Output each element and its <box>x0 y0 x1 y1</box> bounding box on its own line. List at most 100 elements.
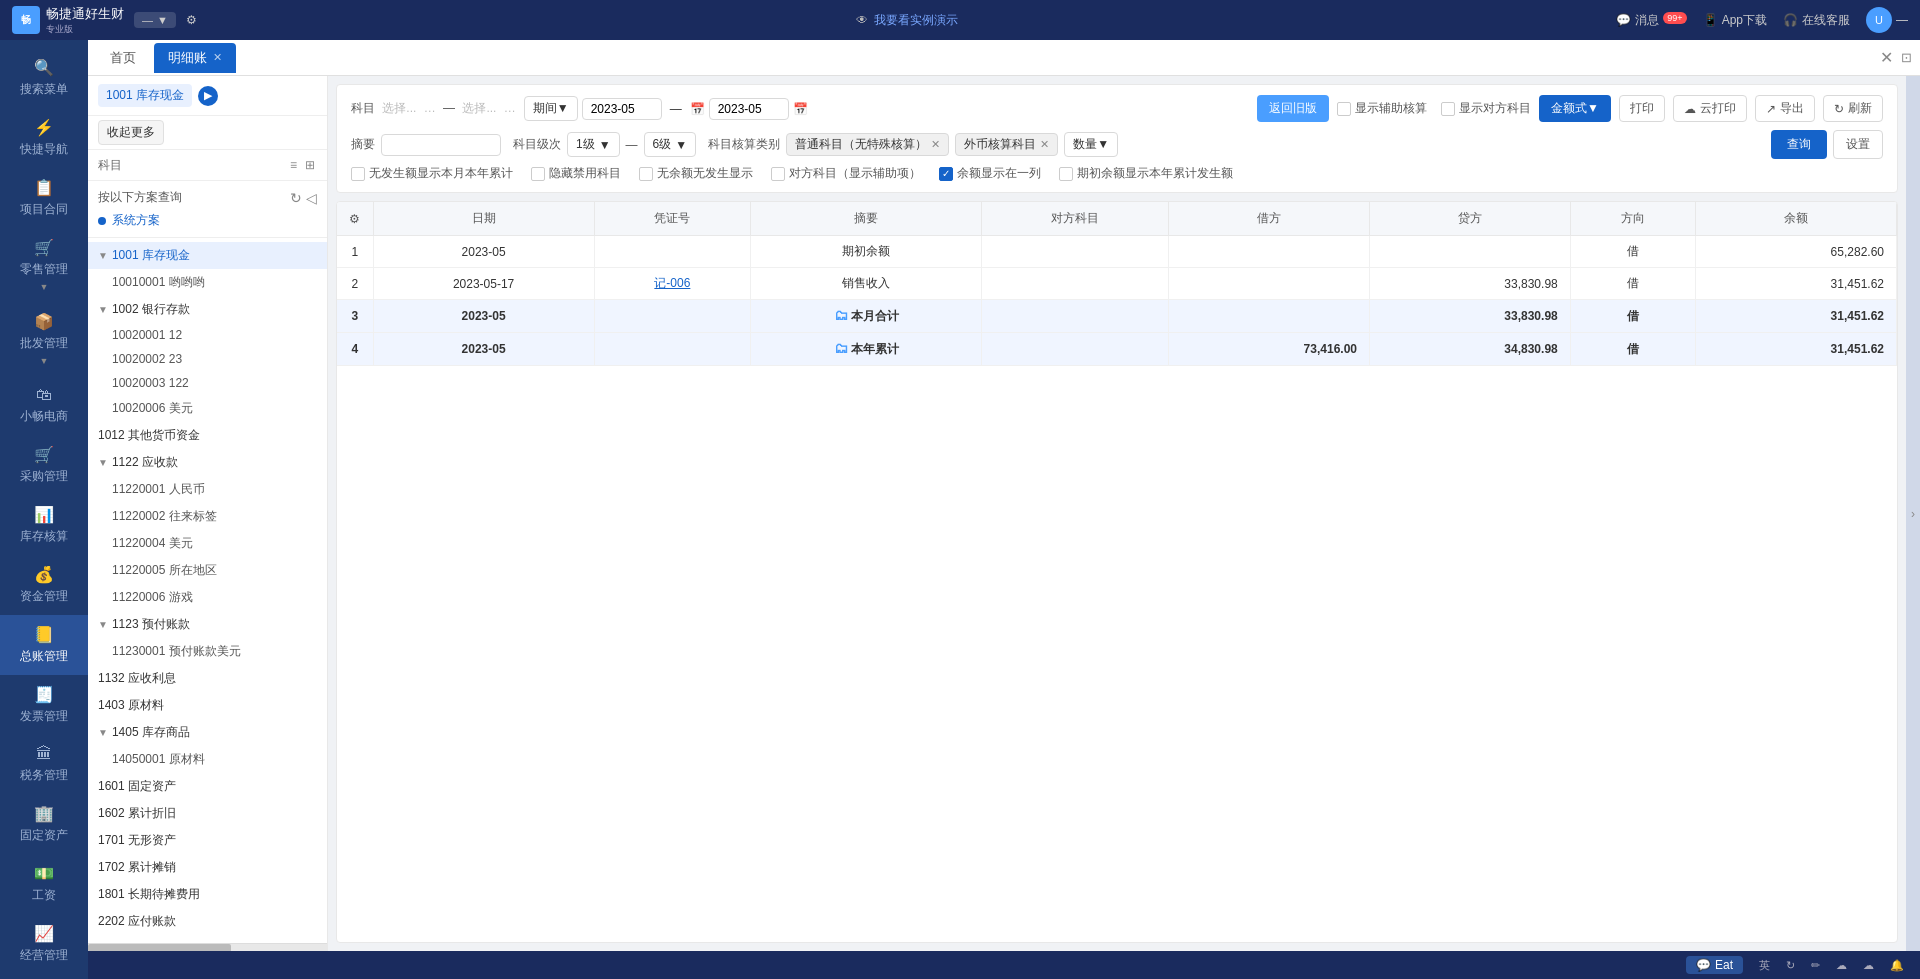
right-collapse-btn[interactable]: › <box>1906 76 1920 951</box>
sidebar-item-quicknav[interactable]: ⚡ 快捷导航 <box>0 108 88 168</box>
th-gear[interactable]: ⚙ <box>337 202 373 236</box>
subject-level-start-select[interactable]: 1级 ▼ <box>567 132 620 157</box>
tree-item-10020001[interactable]: 10020001 12 <box>88 323 327 347</box>
tree-item-11220006[interactable]: 11220006 游戏 <box>88 584 327 611</box>
status-eat-btn[interactable]: 💬 Eat <box>1686 956 1743 974</box>
tree-item-1123[interactable]: ▼ 1123 预付账款 <box>88 611 327 638</box>
sidebar-item-salary[interactable]: 💵 工资 <box>0 854 88 914</box>
user-area[interactable]: U — <box>1866 7 1908 33</box>
collapse-left-icon[interactable]: ◁ <box>306 190 317 206</box>
sidebar-item-purchase[interactable]: 🛒 采购管理 <box>0 435 88 495</box>
tag-foreign-close[interactable]: ✕ <box>1040 138 1049 151</box>
sidebar-item-tax[interactable]: 🏛 税务管理 <box>0 735 88 794</box>
btn-print[interactable]: 打印 <box>1619 95 1665 122</box>
period-end-input[interactable] <box>709 98 789 120</box>
tag-normal-close[interactable]: ✕ <box>931 138 940 151</box>
tab-home[interactable]: 首页 <box>96 43 150 73</box>
tab-detail[interactable]: 明细账 ✕ <box>154 43 236 73</box>
btn-amount[interactable]: 金额式▼ <box>1539 95 1611 122</box>
cb-balance-one-col[interactable]: ✓ 余额显示在一列 <box>939 165 1041 182</box>
voucher-link-2[interactable]: 记-006 <box>654 276 690 290</box>
tree-item-10020006[interactable]: 10020006 美元 <box>88 395 327 422</box>
sidebar-item-invoice[interactable]: 🧾 发票管理 <box>0 675 88 735</box>
tree-item-1122[interactable]: ▼ 1122 应收款 <box>88 449 327 476</box>
tree-item-11220002[interactable]: 11220002 往来标签 <box>88 503 327 530</box>
tree-item-11220001[interactable]: 11220001 人民币 <box>88 476 327 503</box>
settings-btn[interactable]: ⚙ <box>186 13 197 27</box>
tree-item-1602[interactable]: 1602 累计折旧 <box>88 800 327 827</box>
tree-item-10020002[interactable]: 10020002 23 <box>88 347 327 371</box>
sidebar-item-fixed[interactable]: 🏢 固定资产 <box>0 794 88 854</box>
tree-item-1001[interactable]: ▼ 1001 库存现金 <box>88 242 327 269</box>
btn-return-old[interactable]: 返回旧版 <box>1257 95 1329 122</box>
tree-item-10020003[interactable]: 10020003 122 <box>88 371 327 395</box>
subject-tag[interactable]: 1001 库存现金 <box>98 84 192 107</box>
btn-settings[interactable]: 设置 <box>1833 130 1883 159</box>
tree-item-1403[interactable]: 1403 原材料 <box>88 692 327 719</box>
sidebar-item-retail[interactable]: 🛒 零售管理 ▼ <box>0 228 88 302</box>
left-panel-scrollbar[interactable] <box>88 943 327 951</box>
calendar-icon1[interactable]: 📅 <box>690 102 705 116</box>
sidebar-item-ops[interactable]: 📈 经营管理 <box>0 914 88 974</box>
sidebar-item-inventory[interactable]: 📊 库存核算 <box>0 495 88 555</box>
demo-link[interactable]: 我要看实例演示 <box>874 12 958 29</box>
table-scroll[interactable]: ⚙ 日期 凭证号 摘要 对方科目 借方 贷方 方向 余额 <box>337 202 1897 942</box>
btn-cloud-print[interactable]: ☁ 云打印 <box>1673 95 1747 122</box>
cb-opening-balance[interactable]: 期初余额显示本年累计发生额 <box>1059 165 1233 182</box>
online-service-btn[interactable]: 🎧 在线客服 <box>1783 12 1850 29</box>
sidebar-item-xiaoreport[interactable]: 📑 小畅报销 <box>0 974 88 979</box>
status-cloud1[interactable]: ☁ <box>1836 959 1847 972</box>
nav-arrow-btn[interactable]: ▶ <box>198 86 218 106</box>
scheme-label[interactable]: 系统方案 <box>98 212 317 229</box>
sidebar-item-general[interactable]: 📒 总账管理 <box>0 615 88 675</box>
status-edit[interactable]: ✏ <box>1811 959 1820 972</box>
status-lang[interactable]: 英 <box>1759 958 1770 973</box>
cb-no-amount[interactable]: 无发生额显示本月本年累计 <box>351 165 513 182</box>
sidebar-item-wholesale[interactable]: 📦 批发管理 ▼ <box>0 302 88 376</box>
tree-item-1132[interactable]: 1132 应收利息 <box>88 665 327 692</box>
collapse-more-btn[interactable]: 收起更多 <box>98 120 164 145</box>
tree-item-10010001[interactable]: 10010001 哟哟哟 <box>88 269 327 296</box>
list-icon[interactable]: ≡ <box>288 156 299 174</box>
tree-item-1702[interactable]: 1702 累计摊销 <box>88 854 327 881</box>
subject-level-end-select[interactable]: 6级 ▼ <box>644 132 697 157</box>
grid-icon[interactable]: ⊞ <box>303 156 317 174</box>
btn-export[interactable]: ↗ 导出 <box>1755 95 1815 122</box>
tree-item-11220005[interactable]: 11220005 所在地区 <box>88 557 327 584</box>
btn-refresh[interactable]: ↻ 刷新 <box>1823 95 1883 122</box>
tree-item-1405[interactable]: ▼ 1405 库存商品 <box>88 719 327 746</box>
close-window-icon[interactable]: ✕ <box>1880 48 1893 67</box>
btn-query[interactable]: 查询 <box>1771 130 1827 159</box>
sidebar-item-project[interactable]: 📋 项目合同 <box>0 168 88 228</box>
cb-counter-display[interactable]: 对方科目（显示辅助项） <box>771 165 921 182</box>
status-refresh[interactable]: ↻ <box>1786 959 1795 972</box>
tree-item-1801[interactable]: 1801 长期待摊费用 <box>88 881 327 908</box>
tree-item-1002[interactable]: ▼ 1002 银行存款 <box>88 296 327 323</box>
status-bell[interactable]: 🔔 <box>1890 959 1904 972</box>
refresh-scheme-icon[interactable]: ↻ <box>290 190 302 206</box>
sidebar-item-search[interactable]: 🔍 搜索菜单 <box>0 48 88 108</box>
tree-item-1601[interactable]: 1601 固定资产 <box>88 773 327 800</box>
quantity-select[interactable]: 数量▼ <box>1064 132 1118 157</box>
period-mode-select[interactable]: 期间▼ <box>524 96 578 121</box>
sidebar-item-xiao[interactable]: 🛍 小畅电商 <box>0 376 88 435</box>
maximize-icon[interactable]: ⊡ <box>1901 50 1912 65</box>
calendar-icon2[interactable]: 📅 <box>793 102 808 116</box>
sidebar-item-capital[interactable]: 💰 资金管理 <box>0 555 88 615</box>
summary-input[interactable] <box>381 134 501 156</box>
tree-item-11220004[interactable]: 11220004 美元 <box>88 530 327 557</box>
td-voucher-2[interactable]: 记-006 <box>594 268 750 300</box>
tree-item-11230001[interactable]: 11230001 预付账款美元 <box>88 638 327 665</box>
tree-item-1701[interactable]: 1701 无形资产 <box>88 827 327 854</box>
status-cloud2[interactable]: ☁ <box>1863 959 1874 972</box>
cb-show-counter-subject[interactable]: 显示对方科目 <box>1441 100 1531 117</box>
tree-item-1012[interactable]: 1012 其他货币资金 <box>88 422 327 449</box>
message-btn[interactable]: 💬 消息 99+ <box>1616 12 1686 29</box>
cb-hide-disabled[interactable]: 隐藏禁用科目 <box>531 165 621 182</box>
tree-item-2202[interactable]: 2202 应付账款 <box>88 908 327 935</box>
period-start-input[interactable] <box>582 98 662 120</box>
tab-detail-close[interactable]: ✕ <box>213 51 222 64</box>
cb-no-balance[interactable]: 无余额无发生显示 <box>639 165 753 182</box>
tree-item-14050001[interactable]: 14050001 原材料 <box>88 746 327 773</box>
cb-show-auxiliary[interactable]: 显示辅助核算 <box>1337 100 1427 117</box>
